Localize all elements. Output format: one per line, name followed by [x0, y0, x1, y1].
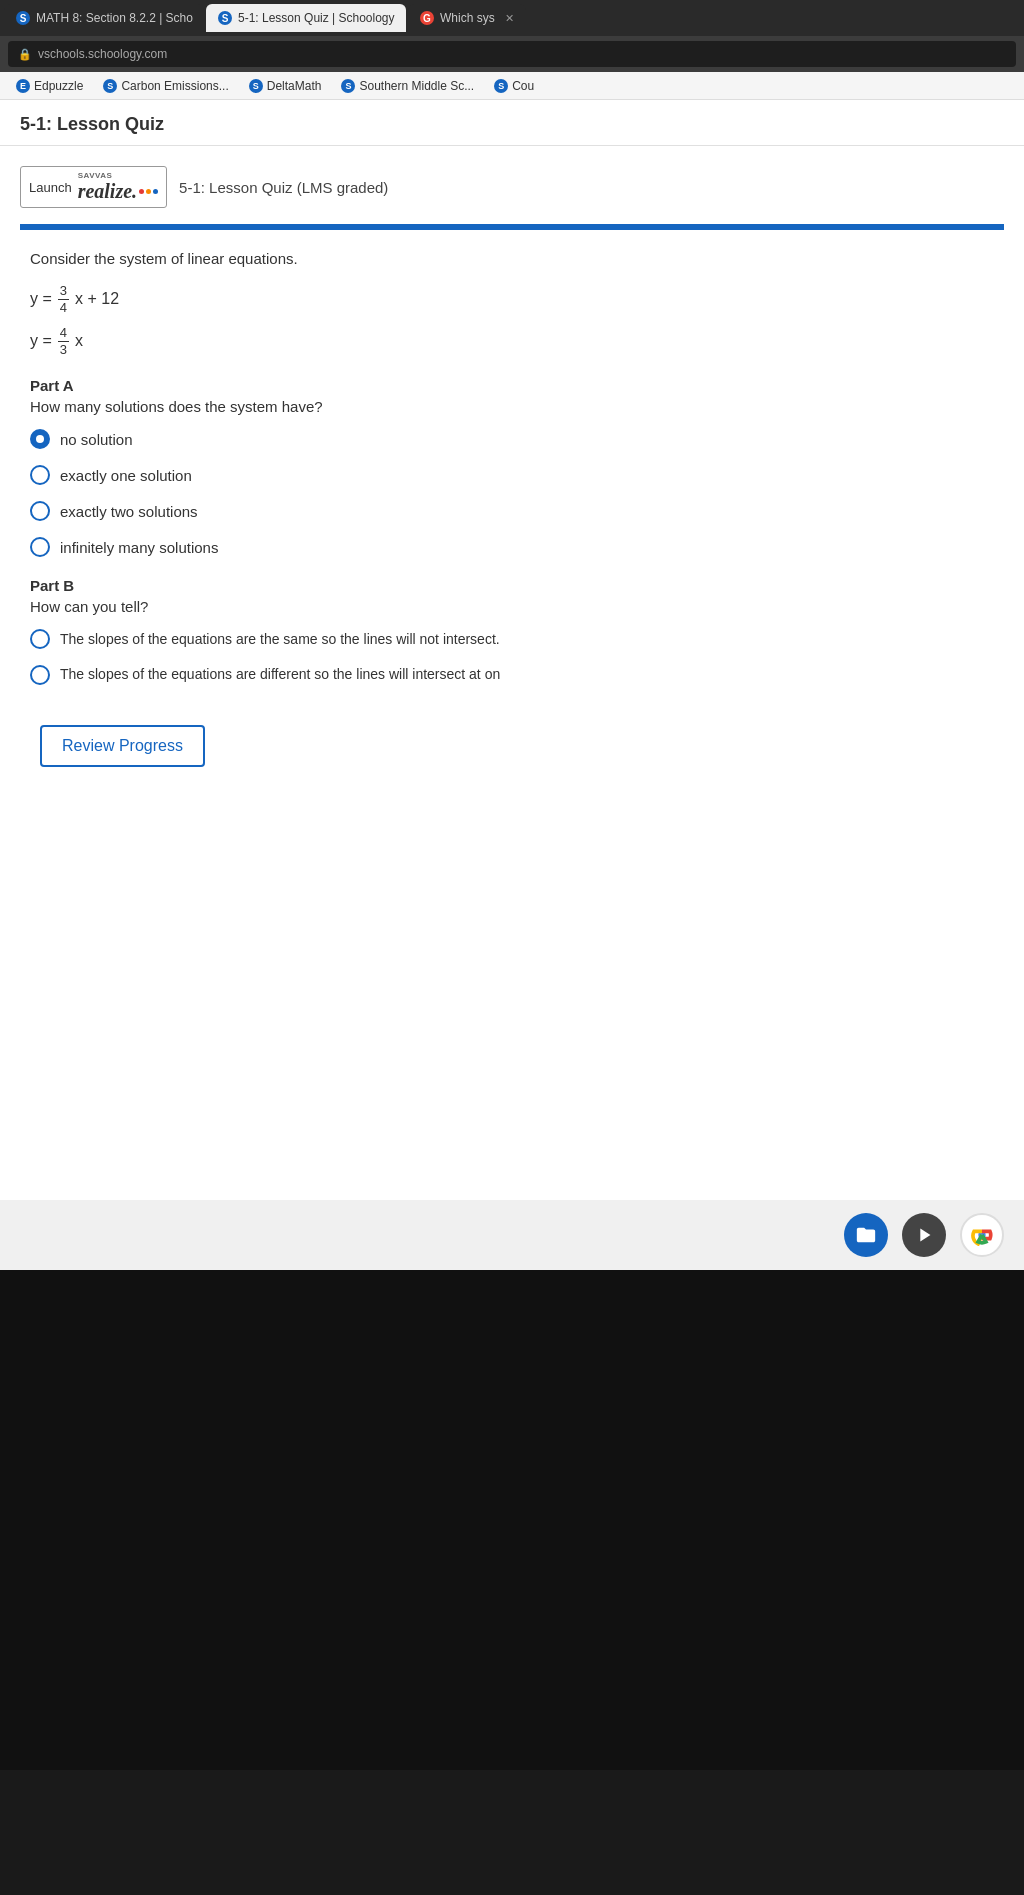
- bm-icon-carbon: S: [103, 79, 117, 93]
- radio-label-same-slopes: The slopes of the equations are the same…: [60, 630, 500, 650]
- radio-circle-two-solutions[interactable]: [30, 501, 50, 521]
- radio-same-slopes[interactable]: The slopes of the equations are the same…: [30, 629, 994, 649]
- bm-label-cou: Cou: [512, 79, 534, 93]
- eq1-denominator: 4: [58, 300, 69, 316]
- radio-two-solutions[interactable]: exactly two solutions: [30, 501, 994, 521]
- radio-label-diff-slopes: The slopes of the equations are differen…: [60, 665, 500, 685]
- tab-label-which: Which sys: [440, 11, 495, 25]
- chrome-icon: [971, 1224, 993, 1246]
- radio-label-two-solutions: exactly two solutions: [60, 503, 198, 520]
- radio-diff-slopes-partial[interactable]: The slopes of the equations are differen…: [30, 665, 994, 685]
- black-area: [0, 1270, 1024, 1770]
- radio-one-solution[interactable]: exactly one solution: [30, 465, 994, 485]
- bookmark-southern[interactable]: S Southern Middle Sc...: [333, 77, 482, 95]
- tab-math[interactable]: S MATH 8: Section 8.2.2 | Scho ✕: [4, 4, 204, 32]
- eq2-prefix: y =: [30, 332, 52, 350]
- radio-circle-same-slopes[interactable]: [30, 629, 50, 649]
- bm-label-southern: Southern Middle Sc...: [359, 79, 474, 93]
- bm-icon-edpuzzle: E: [16, 79, 30, 93]
- tab-icon-google: G: [420, 11, 434, 25]
- quiz-label: 5-1: Lesson Quiz (LMS graded): [179, 179, 388, 196]
- radio-label-infinite-solutions: infinitely many solutions: [60, 539, 218, 556]
- savvas-text: SAVVAS: [78, 171, 113, 180]
- eq2-suffix: x: [75, 332, 83, 350]
- tab-bar: S MATH 8: Section 8.2.2 | Scho ✕ S 5-1: …: [0, 0, 1024, 36]
- eq1-suffix: x + 12: [75, 290, 119, 308]
- bookmarks-bar: E Edpuzzle S Carbon Emissions... S Delta…: [0, 72, 1024, 100]
- bm-icon-southern: S: [341, 79, 355, 93]
- folder-button[interactable]: [844, 1213, 888, 1257]
- bookmark-carbon[interactable]: S Carbon Emissions...: [95, 77, 236, 95]
- radio-no-solution[interactable]: no solution: [30, 429, 994, 449]
- launch-bar: Launch SAVVAS realize.: [20, 166, 1004, 208]
- tab-close-quiz[interactable]: ✕: [405, 12, 406, 25]
- blue-divider: [20, 224, 1004, 230]
- bm-label-carbon: Carbon Emissions...: [121, 79, 228, 93]
- part-b-section: Part B How can you tell? The slopes of t…: [30, 577, 994, 685]
- realize-dots: [139, 189, 158, 194]
- equations: y = 3 4 x + 12 y = 4 3 x: [30, 283, 994, 357]
- radio-circle-one-solution[interactable]: [30, 465, 50, 485]
- chrome-button[interactable]: [960, 1213, 1004, 1257]
- bm-icon-cou: S: [494, 79, 508, 93]
- bm-icon-deltamath: S: [249, 79, 263, 93]
- bookmark-edpuzzle[interactable]: E Edpuzzle: [8, 77, 91, 95]
- part-a-label: Part A: [30, 377, 994, 394]
- bottom-toolbar: [0, 1200, 1024, 1270]
- dot-red: [139, 189, 144, 194]
- eq1-prefix: y =: [30, 290, 52, 308]
- eq2-numerator: 4: [58, 325, 69, 342]
- browser-chrome: S MATH 8: Section 8.2.2 | Scho ✕ S 5-1: …: [0, 0, 1024, 100]
- launch-text: Launch: [29, 180, 72, 195]
- eq2-fraction: 4 3: [58, 325, 69, 357]
- radio-circle-infinite-solutions[interactable]: [30, 537, 50, 557]
- equation-1: y = 3 4 x + 12: [30, 283, 994, 315]
- page-content: 5-1: Lesson Quiz Launch SAVVAS realize.: [0, 100, 1024, 1200]
- bookmark-deltamath[interactable]: S DeltaMath: [241, 77, 330, 95]
- realize-logo: SAVVAS realize.: [78, 171, 158, 203]
- part-a-question: How many solutions does the system have?: [30, 398, 994, 415]
- radio-label-one-solution: exactly one solution: [60, 467, 192, 484]
- question-area: Consider the system of linear equations.…: [20, 250, 1004, 787]
- tab-label-math: MATH 8: Section 8.2.2 | Scho: [36, 11, 193, 25]
- play-icon: [913, 1224, 935, 1246]
- part-a-section: Part A How many solutions does the syste…: [30, 377, 994, 557]
- eq1-numerator: 3: [58, 283, 69, 300]
- eq2-denominator: 3: [58, 342, 69, 358]
- dot-orange: [146, 189, 151, 194]
- radio-circle-no-solution[interactable]: [30, 429, 50, 449]
- eq1-fraction: 3 4: [58, 283, 69, 315]
- tab-label-quiz: 5-1: Lesson Quiz | Schoology: [238, 11, 395, 25]
- lock-icon: 🔒: [18, 48, 32, 61]
- part-b-question: How can you tell?: [30, 598, 994, 615]
- play-button[interactable]: [902, 1213, 946, 1257]
- tab-close-which[interactable]: ✕: [505, 12, 514, 25]
- question-intro: Consider the system of linear equations.: [30, 250, 994, 267]
- tab-close-math[interactable]: ✕: [203, 12, 204, 25]
- tab-which[interactable]: G Which sys ✕: [408, 4, 526, 32]
- page-header: 5-1: Lesson Quiz: [0, 100, 1024, 146]
- page-title: 5-1: Lesson Quiz: [20, 114, 1004, 135]
- realize-text: realize.: [78, 180, 137, 203]
- address-bar[interactable]: 🔒 vschools.schoology.com: [8, 41, 1016, 67]
- tab-lesson-quiz[interactable]: S 5-1: Lesson Quiz | Schoology ✕: [206, 4, 406, 32]
- review-progress-button[interactable]: Review Progress: [40, 725, 205, 767]
- radio-circle-diff-slopes[interactable]: [30, 665, 50, 685]
- radio-label-no-solution: no solution: [60, 431, 133, 448]
- bm-label-edpuzzle: Edpuzzle: [34, 79, 83, 93]
- url-text: vschools.schoology.com: [38, 47, 167, 61]
- equation-2: y = 4 3 x: [30, 325, 994, 357]
- folder-icon: [855, 1224, 877, 1246]
- bm-label-deltamath: DeltaMath: [267, 79, 322, 93]
- dot-blue: [153, 189, 158, 194]
- part-b-label: Part B: [30, 577, 994, 594]
- launch-button[interactable]: Launch SAVVAS realize.: [20, 166, 167, 208]
- main-content: Launch SAVVAS realize.: [0, 146, 1024, 807]
- radio-infinite-solutions[interactable]: infinitely many solutions: [30, 537, 994, 557]
- tab-icon-schoology2: S: [218, 11, 232, 25]
- tab-icon-schoology1: S: [16, 11, 30, 25]
- bookmark-cou[interactable]: S Cou: [486, 77, 542, 95]
- address-bar-row: 🔒 vschools.schoology.com: [0, 36, 1024, 72]
